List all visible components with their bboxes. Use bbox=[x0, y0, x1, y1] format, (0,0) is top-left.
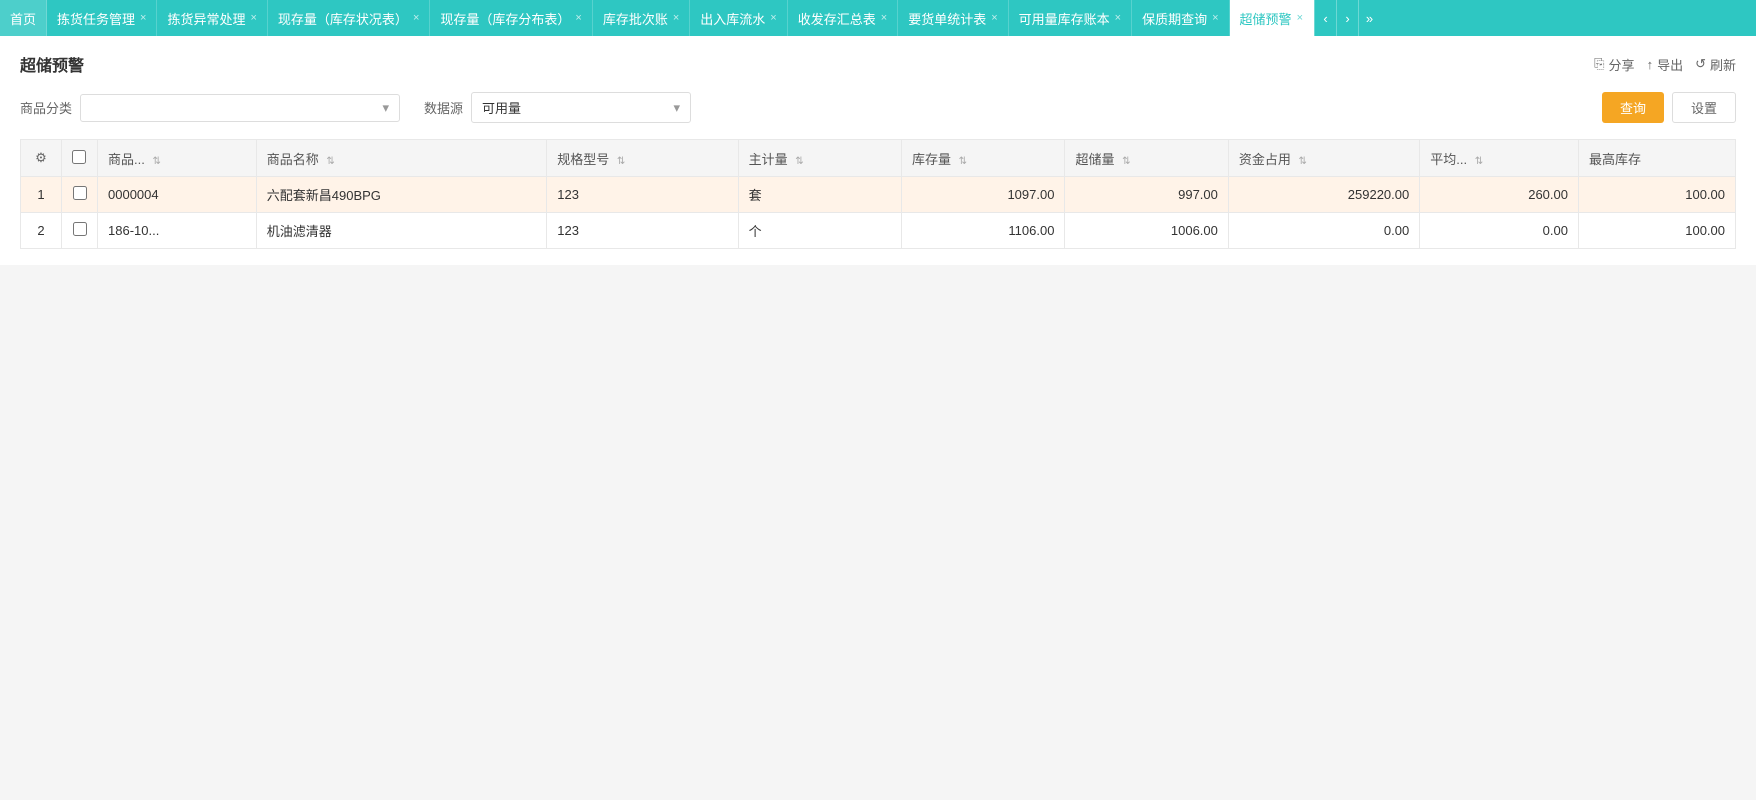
nav-item-order-stats[interactable]: 要货单统计表 × bbox=[898, 0, 1008, 36]
cell-max: 100.00 bbox=[1578, 213, 1735, 249]
nav-item-expiry[interactable]: 保质期查询 × bbox=[1132, 0, 1229, 36]
nav-item-inout-flow[interactable]: 出入库流水 × bbox=[690, 0, 787, 36]
chevron-down-icon: ▾ bbox=[674, 100, 681, 116]
sort-icon[interactable]: ⇅ bbox=[326, 156, 334, 167]
close-icon[interactable]: × bbox=[413, 12, 419, 24]
export-button[interactable]: ↑ 导出 bbox=[1647, 55, 1684, 74]
th-name: 商品名称 ⇅ bbox=[256, 140, 547, 177]
nav-item-pick-exception[interactable]: 拣货异常处理 × bbox=[157, 0, 267, 36]
row-checkbox[interactable] bbox=[73, 186, 87, 200]
nav-item-summary[interactable]: 收发存汇总表 × bbox=[788, 0, 898, 36]
page-header: 超储预警 ⎘ 分享 ↑ 导出 ↺ 刷新 bbox=[20, 52, 1736, 76]
cell-avg: 0.00 bbox=[1420, 213, 1579, 249]
filter-row: 商品分类 ▾ 数据源 可用量 ▾ 查询 设置 bbox=[20, 92, 1736, 123]
row-checkbox[interactable] bbox=[73, 222, 87, 236]
cell-name: 六配套新昌490BPG bbox=[256, 177, 547, 213]
settings-icon[interactable]: ⚙ bbox=[31, 148, 51, 168]
nav-item-batch-account[interactable]: 库存批次账 × bbox=[593, 0, 690, 36]
close-icon[interactable]: × bbox=[1115, 12, 1121, 24]
cell-index: 2 bbox=[21, 213, 62, 249]
table-header-row: ⚙ 商品... ⇅ 商品名称 ⇅ 规格型号 ⇅ 主计量 bbox=[21, 140, 1736, 177]
cell-spec: 123 bbox=[547, 213, 738, 249]
cell-max: 100.00 bbox=[1578, 177, 1735, 213]
refresh-button[interactable]: ↺ 刷新 bbox=[1695, 55, 1736, 74]
close-icon[interactable]: × bbox=[250, 12, 256, 24]
sort-icon[interactable]: ⇅ bbox=[617, 156, 625, 167]
th-code: 商品... ⇅ bbox=[98, 140, 257, 177]
datasource-filter: 数据源 可用量 ▾ bbox=[424, 92, 691, 123]
nav-prev-arrow[interactable]: ‹ bbox=[1314, 0, 1336, 36]
th-capital: 资金占用 ⇅ bbox=[1228, 140, 1419, 177]
sort-icon[interactable]: ⇅ bbox=[1122, 156, 1130, 167]
share-button[interactable]: ⎘ 分享 bbox=[1594, 55, 1634, 74]
header-actions: ⎘ 分享 ↑ 导出 ↺ 刷新 bbox=[1594, 55, 1736, 74]
cell-capital: 0.00 bbox=[1228, 213, 1419, 249]
th-stock: 库存量 ⇅ bbox=[902, 140, 1065, 177]
th-spec: 规格型号 ⇅ bbox=[547, 140, 738, 177]
page-content: 超储预警 ⎘ 分享 ↑ 导出 ↺ 刷新 商品分类 ▾ 数据源 bbox=[0, 36, 1756, 265]
nav-item-stock-status[interactable]: 现存量（库存状况表） × bbox=[268, 0, 430, 36]
nav-more-arrow[interactable]: » bbox=[1358, 0, 1380, 36]
datasource-label: 数据源 bbox=[424, 98, 463, 117]
close-icon[interactable]: × bbox=[140, 12, 146, 24]
cell-stock: 1106.00 bbox=[902, 213, 1065, 249]
cell-code: 0000004 bbox=[98, 177, 257, 213]
table-row[interactable]: 2 186-10... 机油滤清器 123 个 1106.00 1006.00 … bbox=[21, 213, 1736, 249]
data-table: ⚙ 商品... ⇅ 商品名称 ⇅ 规格型号 ⇅ 主计量 bbox=[20, 139, 1736, 249]
cell-stock: 1097.00 bbox=[902, 177, 1065, 213]
cell-checkbox bbox=[62, 177, 98, 213]
filter-actions: 查询 设置 bbox=[1602, 92, 1736, 123]
nav-item-pick-task[interactable]: 拣货任务管理 × bbox=[47, 0, 157, 36]
cell-unit: 个 bbox=[738, 213, 901, 249]
cell-spec: 123 bbox=[547, 177, 738, 213]
th-settings: ⚙ bbox=[21, 140, 62, 177]
refresh-icon: ↺ bbox=[1695, 56, 1706, 72]
nav-item-stock-dist[interactable]: 现存量（库存分布表） × bbox=[430, 0, 592, 36]
cell-unit: 套 bbox=[738, 177, 901, 213]
export-icon: ↑ bbox=[1647, 57, 1654, 72]
cell-over: 1006.00 bbox=[1065, 213, 1228, 249]
nav-next-arrow[interactable]: › bbox=[1336, 0, 1358, 36]
cell-code: 186-10... bbox=[98, 213, 257, 249]
close-icon[interactable]: × bbox=[1297, 12, 1303, 24]
th-max: 最高库存 bbox=[1578, 140, 1735, 177]
close-icon[interactable]: × bbox=[881, 12, 887, 24]
cell-name: 机油滤清器 bbox=[256, 213, 547, 249]
th-avg: 平均... ⇅ bbox=[1420, 140, 1579, 177]
datasource-select[interactable]: 可用量 ▾ bbox=[471, 92, 691, 123]
close-icon[interactable]: × bbox=[1212, 12, 1218, 24]
sort-icon[interactable]: ⇅ bbox=[959, 156, 967, 167]
close-icon[interactable]: × bbox=[575, 12, 581, 24]
cell-checkbox bbox=[62, 213, 98, 249]
close-icon[interactable]: × bbox=[991, 12, 997, 24]
nav-item-home[interactable]: 首页 bbox=[0, 0, 47, 36]
sort-icon[interactable]: ⇅ bbox=[1299, 156, 1307, 167]
nav-item-available-stock[interactable]: 可用量库存账本 × bbox=[1009, 0, 1132, 36]
query-button[interactable]: 查询 bbox=[1602, 92, 1664, 123]
cell-index: 1 bbox=[21, 177, 62, 213]
th-unit: 主计量 ⇅ bbox=[738, 140, 901, 177]
cell-over: 997.00 bbox=[1065, 177, 1228, 213]
share-icon: ⎘ bbox=[1594, 56, 1604, 72]
th-checkbox bbox=[62, 140, 98, 177]
page-title: 超储预警 bbox=[20, 52, 84, 76]
close-icon[interactable]: × bbox=[770, 12, 776, 24]
nav-item-overstock[interactable]: 超储预警 × bbox=[1230, 0, 1314, 36]
close-icon[interactable]: × bbox=[673, 12, 679, 24]
category-filter: 商品分类 ▾ bbox=[20, 94, 400, 122]
chevron-down-icon: ▾ bbox=[382, 100, 389, 116]
select-all-checkbox[interactable] bbox=[72, 150, 86, 164]
th-over: 超储量 ⇅ bbox=[1065, 140, 1228, 177]
top-navigation: 首页 拣货任务管理 × 拣货异常处理 × 现存量（库存状况表） × 现存量（库存… bbox=[0, 0, 1756, 36]
sort-icon[interactable]: ⇅ bbox=[152, 156, 160, 167]
sort-icon[interactable]: ⇅ bbox=[795, 156, 803, 167]
datasource-value: 可用量 bbox=[482, 98, 521, 117]
cell-avg: 260.00 bbox=[1420, 177, 1579, 213]
settings-button[interactable]: 设置 bbox=[1672, 92, 1736, 123]
category-label: 商品分类 bbox=[20, 98, 72, 117]
table-row[interactable]: 1 0000004 六配套新昌490BPG 123 套 1097.00 997.… bbox=[21, 177, 1736, 213]
category-select[interactable]: ▾ bbox=[80, 94, 400, 122]
sort-icon[interactable]: ⇅ bbox=[1475, 156, 1483, 167]
cell-capital: 259220.00 bbox=[1228, 177, 1419, 213]
